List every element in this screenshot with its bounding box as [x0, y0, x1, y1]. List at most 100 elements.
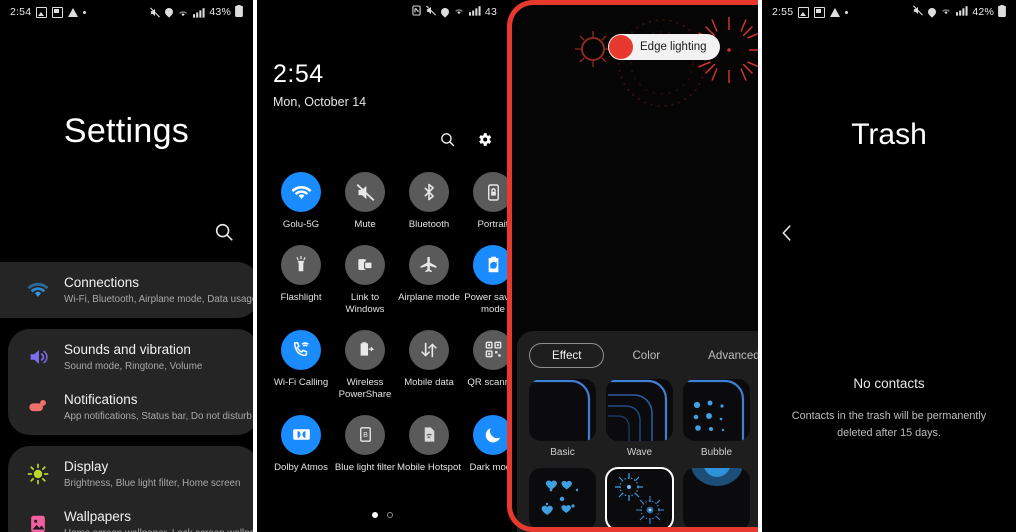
quick-tile-wifi-calling[interactable]: Wi-Fi Calling [269, 329, 333, 401]
location-icon [439, 6, 451, 18]
panel-trash: 2:55 42% Trash No contacts Contacts in t… [762, 0, 1016, 532]
airplane-icon [409, 244, 449, 285]
settings-row-text: Connections Wi-Fi, Bluetooth, Airplane m… [64, 274, 253, 305]
sidebar-item-sounds-and-vibration[interactable]: Sounds and vibration Sound mode, Rington… [8, 332, 253, 382]
settings-group-sound-notifications: Sounds and vibration Sound mode, Rington… [8, 329, 253, 435]
notification-icon [26, 395, 50, 419]
quick-tile-power-saving-mode[interactable]: Power saving mode [461, 244, 507, 316]
sidebar-item-wallpapers[interactable]: Wallpapers Home screen wallpaper, Lock s… [8, 499, 253, 532]
empty-state-description: Contacts in the trash will be permanentl… [791, 410, 987, 439]
battery-icon [998, 4, 1006, 20]
wifi-icon [281, 172, 321, 212]
nfc-icon [412, 5, 421, 19]
gear-icon[interactable] [476, 131, 493, 153]
effect-label: Basic [550, 447, 575, 458]
tab-effect[interactable]: Effect [529, 342, 605, 368]
quick-tile-dark-mode[interactable]: Dark mode [461, 414, 507, 474]
effect-option-basic[interactable]: Basic [529, 379, 596, 458]
settings-row-title: Sounds and vibration [64, 342, 191, 357]
quick-tile-bluetooth[interactable]: Bluetooth [397, 172, 461, 231]
quick-tile-mute[interactable]: Mute [333, 172, 397, 231]
sidebar-item-display[interactable]: Display Brightness, Blue light filter, H… [8, 449, 253, 499]
chevron-left-icon[interactable] [776, 222, 798, 244]
edge-lighting-notification-pill[interactable]: Edge lighting [608, 34, 720, 60]
quick-tile-mobile-hotspot[interactable]: Mobile Hotspot [397, 414, 461, 474]
link-to-windows-icon [345, 244, 385, 285]
signal-icon [193, 7, 205, 18]
dot-icon [845, 10, 849, 14]
settings-row-text: Wallpapers Home screen wallpaper, Lock s… [64, 508, 253, 532]
effect-thumb-glow [683, 468, 750, 530]
status-bar-left: 2:54 [10, 6, 87, 18]
signal-icon [468, 5, 481, 19]
app-avatar [609, 35, 633, 59]
wallpaper-icon [26, 512, 50, 532]
photo-icon [36, 6, 48, 18]
drive-icon [68, 7, 79, 17]
status-bar: 43 [257, 0, 507, 24]
quick-tile-qr-scanner[interactable]: QR scanner [461, 329, 507, 401]
settings-row-title: Display [64, 459, 109, 474]
quick-tile-label: QR scanner [467, 376, 507, 388]
page-dot[interactable] [386, 512, 393, 518]
settings-row-subtitle: Wi-Fi, Bluetooth, Airplane mode, Data us… [64, 294, 253, 305]
wifi-icon [940, 5, 952, 19]
moon-icon [473, 414, 507, 455]
speaker-icon [26, 345, 50, 369]
effect-option-wave[interactable]: Wave [606, 379, 673, 458]
hotspot-icon [409, 414, 449, 455]
quick-tile-wireless-powershare[interactable]: Wireless PowerShare [333, 329, 397, 401]
effect-option-hearts[interactable] [529, 468, 596, 532]
quick-tile-label: Flashlight [280, 291, 322, 303]
quick-tile-label: Golu-5G [282, 219, 320, 230]
blue-light-filter-icon: B [345, 414, 385, 455]
effect-option-glow[interactable] [683, 468, 750, 532]
edge-lighting-tabs: Effect Color Advanced [517, 331, 758, 379]
quick-tile-airplane-mode[interactable]: Airplane mode [397, 244, 461, 316]
signal-icon [956, 5, 968, 19]
settings-row-text: Display Brightness, Blue light filter, H… [64, 458, 240, 489]
search-icon[interactable] [439, 131, 456, 153]
quick-tile-portrait[interactable]: Portrait [461, 172, 507, 231]
settings-group-display-wallpapers: Display Brightness, Blue light filter, H… [8, 446, 253, 532]
quick-settings-actions [439, 131, 493, 153]
quick-tile-label: Airplane mode [398, 291, 460, 303]
effect-option-firework[interactable] [605, 467, 674, 532]
qr-code-icon [473, 329, 507, 370]
page-dot-active[interactable] [371, 512, 378, 518]
status-bar: 2:54 43% [0, 0, 253, 24]
quick-tile-label: Dark mode [469, 461, 507, 473]
settings-row-subtitle: Brightness, Blue light filter, Home scre… [64, 478, 241, 489]
dolby-atmos-icon [281, 414, 321, 455]
quick-tile-dolby-atmos[interactable]: Dolby Atmos [269, 414, 333, 474]
mute-icon [345, 172, 385, 212]
settings-row-subtitle: Home screen wallpaper, Lock screen wallp… [64, 528, 253, 532]
tab-advanced[interactable]: Advanced [708, 349, 758, 362]
effect-option-bubble[interactable]: Bubble [683, 379, 750, 458]
quick-tile-wifi[interactable]: Golu-5G [269, 172, 333, 231]
search-icon[interactable] [213, 221, 235, 243]
settings-row-text: Notifications App notifications, Status … [64, 391, 252, 422]
rotation-lock-icon [473, 172, 507, 212]
sidebar-item-connections[interactable]: Connections Wi-Fi, Bluetooth, Airplane m… [8, 265, 253, 315]
quick-tile-blue-light-filter[interactable]: B Blue light filter [333, 414, 397, 474]
quick-tile-label: Mute [354, 219, 376, 230]
quick-tile-label: Link to Windows [345, 291, 385, 315]
quick-tile-label: Wireless PowerShare [338, 376, 392, 400]
wifi-calling-icon [281, 329, 321, 370]
mute-icon [912, 5, 924, 19]
svg-text:B: B [363, 431, 368, 439]
tab-color[interactable]: Color [632, 349, 660, 362]
screenshot-icon [52, 6, 64, 18]
quick-tile-label: Mobile data [404, 376, 454, 388]
quick-tile-link-to-windows[interactable]: Link to Windows [333, 244, 397, 316]
sidebar-item-notifications[interactable]: Notifications App notifications, Status … [8, 382, 253, 432]
power-saving-icon [473, 244, 507, 285]
page-title: Trash [851, 118, 927, 151]
quick-tile-flashlight[interactable]: Flashlight [269, 244, 333, 316]
quick-tile-mobile-data[interactable]: Mobile data [397, 329, 461, 401]
page-indicator [257, 512, 507, 518]
settings-row-subtitle: Sound mode, Ringtone, Volume [64, 361, 203, 372]
mobile-data-icon [409, 329, 449, 370]
battery-percent: 43% [209, 6, 231, 18]
